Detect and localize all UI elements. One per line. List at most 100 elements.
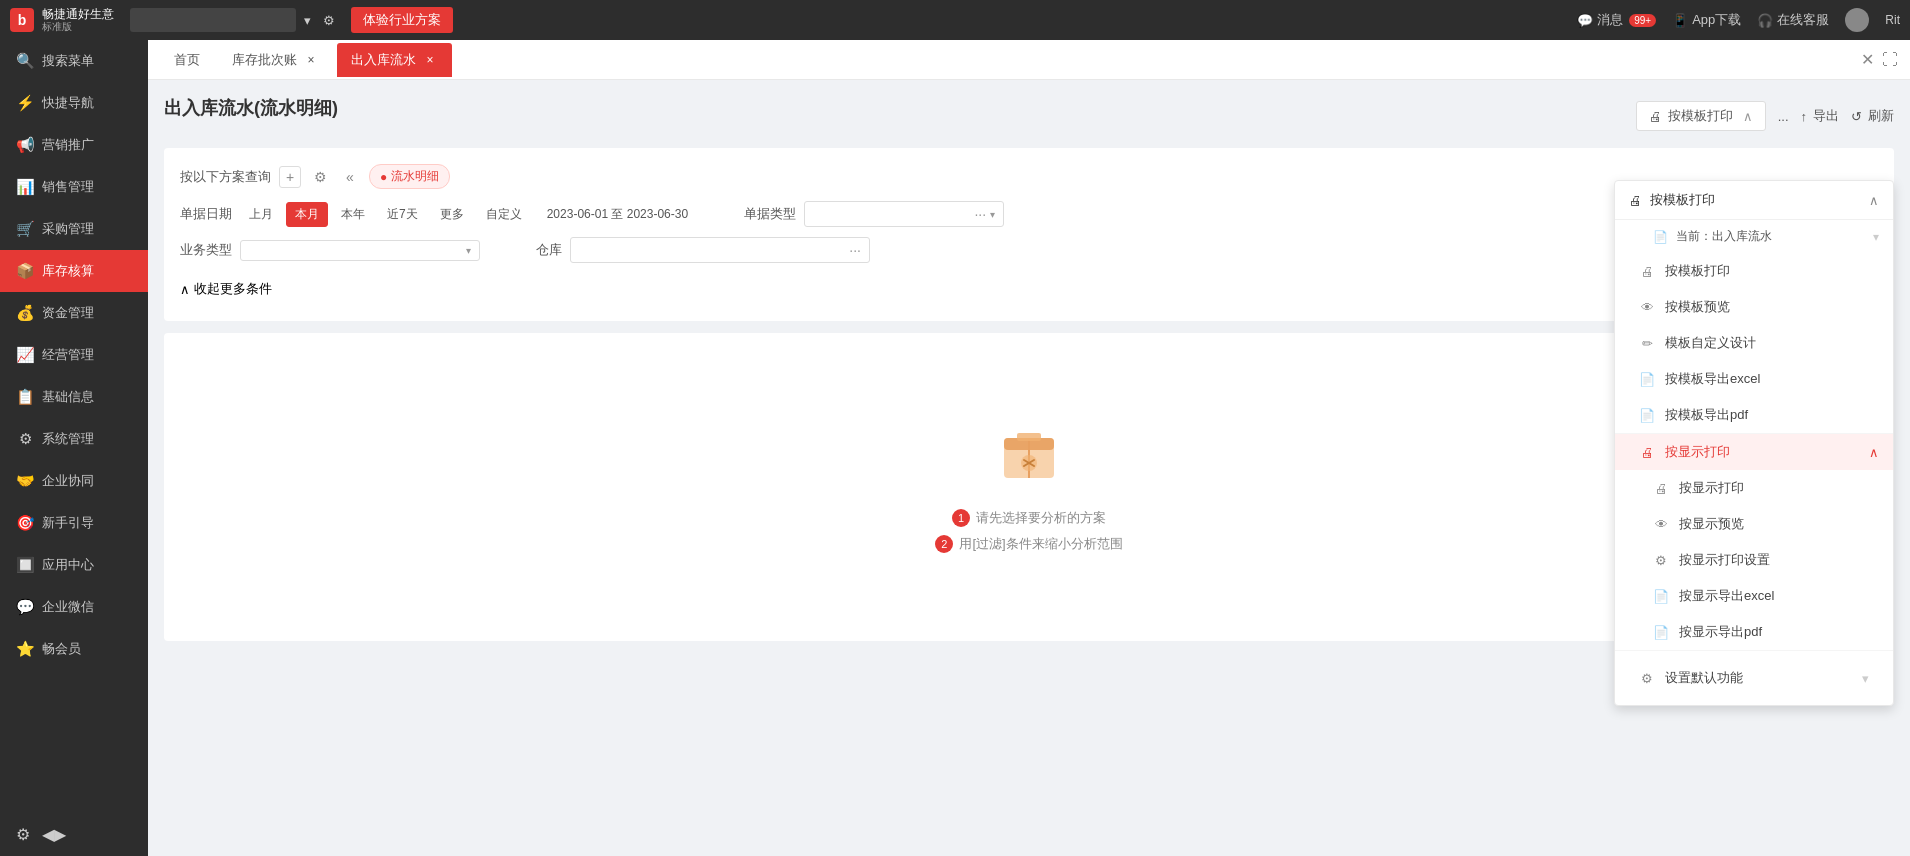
sidebar-item-marketing[interactable]: 📢 营销推广 xyxy=(0,124,148,166)
sidebar-item-app-center[interactable]: 🔲 应用中心 xyxy=(0,544,148,586)
sidebar-item-wecom[interactable]: 💬 企业微信 xyxy=(0,586,148,628)
dropdown-up-icon: ∧ xyxy=(1869,193,1879,208)
filter-gear-icon: ⚙ xyxy=(314,169,327,185)
sidebar-item-guide[interactable]: 🎯 新手引导 xyxy=(0,502,148,544)
sidebar-settings-icon[interactable]: ⚙ xyxy=(16,825,30,844)
tab-home-label: 首页 xyxy=(174,51,200,69)
app-download-item[interactable]: 📱 App下载 xyxy=(1672,11,1741,29)
template-preview-label: 按模板预览 xyxy=(1665,298,1730,316)
topbar-dropdown-icon[interactable]: ▾ xyxy=(304,13,311,28)
empty-hint-1: 1 请先选择要分析的方案 xyxy=(952,509,1106,527)
tabbar: 首页 库存批次账 × 出入库流水 × ✕ ⛶ xyxy=(148,40,1910,80)
date-tab-last-7-days[interactable]: 近7天 xyxy=(378,202,427,227)
doc-type-dots-icon: ··· xyxy=(974,206,986,222)
sidebar-item-search[interactable]: 🔍 搜索菜单 xyxy=(0,40,148,82)
print-template-button[interactable]: 🖨 按模板打印 ∧ xyxy=(1636,101,1766,131)
sidebar-collapse-icon[interactable]: ◀▶ xyxy=(42,825,66,844)
sidebar-item-quick-nav[interactable]: ⚡ 快捷导航 xyxy=(0,82,148,124)
dropdown-display-print[interactable]: 🖨 按显示打印 xyxy=(1615,470,1893,506)
display-preview-icon: 👁 xyxy=(1653,516,1669,532)
sidebar-item-label: 企业协同 xyxy=(42,472,94,490)
dropdown-display-excel[interactable]: 📄 按显示导出excel xyxy=(1615,578,1893,614)
topbar-search-input[interactable] xyxy=(130,8,296,32)
dropdown-template-print[interactable]: 🖨 按模板打印 xyxy=(1615,253,1893,289)
sidebar-item-purchase[interactable]: 🛒 采购管理 xyxy=(0,208,148,250)
dropdown-template-pdf[interactable]: 📄 按模板导出pdf xyxy=(1615,397,1893,433)
dropdown-collapse-button[interactable]: ∧ xyxy=(1869,193,1879,208)
display-section-label: 按显示打印 xyxy=(1665,443,1730,461)
display-section-arrow: ∧ xyxy=(1869,445,1879,460)
sidebar-item-system[interactable]: ⚙ 系统管理 xyxy=(0,418,148,460)
dropdown-display-section-header[interactable]: 🖨 按显示打印 ∧ xyxy=(1615,434,1893,470)
sidebar-item-label: 新手引导 xyxy=(42,514,94,532)
dropdown-footer: ⚙ 设置默认功能 ▾ xyxy=(1615,651,1893,705)
template-excel-label: 按模板导出excel xyxy=(1665,370,1760,388)
dropdown-default-settings[interactable]: ⚙ 设置默认功能 ▾ xyxy=(1629,661,1879,695)
export-button[interactable]: ↑ 导出 xyxy=(1801,107,1840,125)
topbar-gear-icon[interactable]: ⚙ xyxy=(323,13,335,28)
doc-type-select[interactable]: ··· ▾ xyxy=(804,201,1004,227)
dropdown-header-label: 按模板打印 xyxy=(1650,191,1715,209)
sidebar-item-inventory[interactable]: 📦 库存核算 xyxy=(0,250,148,292)
filter-settings-button[interactable]: ⚙ xyxy=(309,166,331,188)
empty-hint-2-text: 用[过滤]条件来缩小分析范围 xyxy=(959,535,1122,553)
current-template-arrow: ▾ xyxy=(1873,230,1879,244)
date-tab-prev-month[interactable]: 上月 xyxy=(240,202,282,227)
display-preview-label: 按显示预览 xyxy=(1679,515,1744,533)
tab-batch-ledger-close[interactable]: × xyxy=(303,52,319,68)
filter-tag[interactable]: ● 流水明细 xyxy=(369,164,450,189)
sidebar-item-label: 库存核算 xyxy=(42,262,94,280)
refresh-button[interactable]: ↺ 刷新 xyxy=(1851,107,1894,125)
date-tab-more[interactable]: 更多 xyxy=(431,202,473,227)
doc-type-arrow-icon: ▾ xyxy=(990,209,995,220)
user-avatar[interactable] xyxy=(1845,8,1869,32)
biz-type-select[interactable]: ▾ xyxy=(240,240,480,261)
topbar-version: 标准版 xyxy=(42,21,114,33)
empty-hint-2: 2 用[过滤]条件来缩小分析范围 xyxy=(935,535,1122,553)
display-section-icon: 🖨 xyxy=(1639,444,1655,460)
dropdown-template-preview[interactable]: 👁 按模板预览 xyxy=(1615,289,1893,325)
tab-batch-ledger[interactable]: 库存批次账 × xyxy=(218,43,333,77)
template-preview-icon: 👁 xyxy=(1639,299,1655,315)
date-tab-custom[interactable]: 自定义 xyxy=(477,202,531,227)
customer-service-item[interactable]: 🎧 在线客服 xyxy=(1757,11,1829,29)
dropdown-current-template: 📄 当前：出入库流水 ▾ xyxy=(1615,220,1893,253)
sidebar-item-finance[interactable]: 💰 资金管理 xyxy=(0,292,148,334)
dropdown-template-excel[interactable]: 📄 按模板导出excel xyxy=(1615,361,1893,397)
message-item[interactable]: 💬 消息 99+ xyxy=(1577,11,1656,29)
main-layout: 🔍 搜索菜单 ⚡ 快捷导航 📢 营销推广 📊 销售管理 🛒 采购管理 📦 xyxy=(0,40,1910,856)
export-label: 导出 xyxy=(1813,107,1839,125)
tabbar-close-all-icon[interactable]: ✕ xyxy=(1861,50,1874,69)
dropdown-template-custom[interactable]: ✏ 模板自定义设计 xyxy=(1615,325,1893,361)
warehouse-select[interactable]: ··· xyxy=(570,237,870,263)
biz-type-field: 业务类型 ▾ xyxy=(180,240,480,261)
tab-inout-flow[interactable]: 出入库流水 × xyxy=(337,43,452,77)
dropdown-display-settings[interactable]: ⚙ 按显示打印设置 xyxy=(1615,542,1893,578)
sidebar-item-vip[interactable]: ⭐ 畅会员 xyxy=(0,628,148,670)
sidebar-item-label: 销售管理 xyxy=(42,178,94,196)
display-settings-label: 按显示打印设置 xyxy=(1679,551,1770,569)
tab-home[interactable]: 首页 xyxy=(160,43,214,77)
sidebar-item-basic-info[interactable]: 📋 基础信息 xyxy=(0,376,148,418)
sidebar-item-sales[interactable]: 📊 销售管理 xyxy=(0,166,148,208)
dropdown-display-preview[interactable]: 👁 按显示预览 xyxy=(1615,506,1893,542)
topbar-brand: 畅捷通好生意 xyxy=(42,7,114,21)
tab-inout-flow-close[interactable]: × xyxy=(422,52,438,68)
sidebar-item-enterprise[interactable]: 🤝 企业协同 xyxy=(0,460,148,502)
display-excel-icon: 📄 xyxy=(1653,588,1669,604)
date-field-label: 单据日期 xyxy=(180,205,232,223)
template-custom-label: 模板自定义设计 xyxy=(1665,334,1756,352)
app-icon: 📱 xyxy=(1672,13,1688,28)
more-icon-btn[interactable]: ... xyxy=(1778,109,1789,124)
filter-add-button[interactable]: + xyxy=(279,166,301,188)
dropdown-display-pdf[interactable]: 📄 按显示导出pdf xyxy=(1615,614,1893,650)
filter-collapse-button[interactable]: « xyxy=(339,166,361,188)
biz-type-arrow-icon: ▾ xyxy=(466,245,471,256)
sidebar-item-operations[interactable]: 📈 经营管理 xyxy=(0,334,148,376)
collapse-link[interactable]: ∧ 收起更多条件 xyxy=(180,280,272,298)
date-tab-current-year[interactable]: 本年 xyxy=(332,202,374,227)
trial-button[interactable]: 体验行业方案 xyxy=(351,7,453,33)
tabbar-expand-icon[interactable]: ⛶ xyxy=(1882,51,1898,69)
date-tab-current-month[interactable]: 本月 xyxy=(286,202,328,227)
headset-icon: 🎧 xyxy=(1757,13,1773,28)
